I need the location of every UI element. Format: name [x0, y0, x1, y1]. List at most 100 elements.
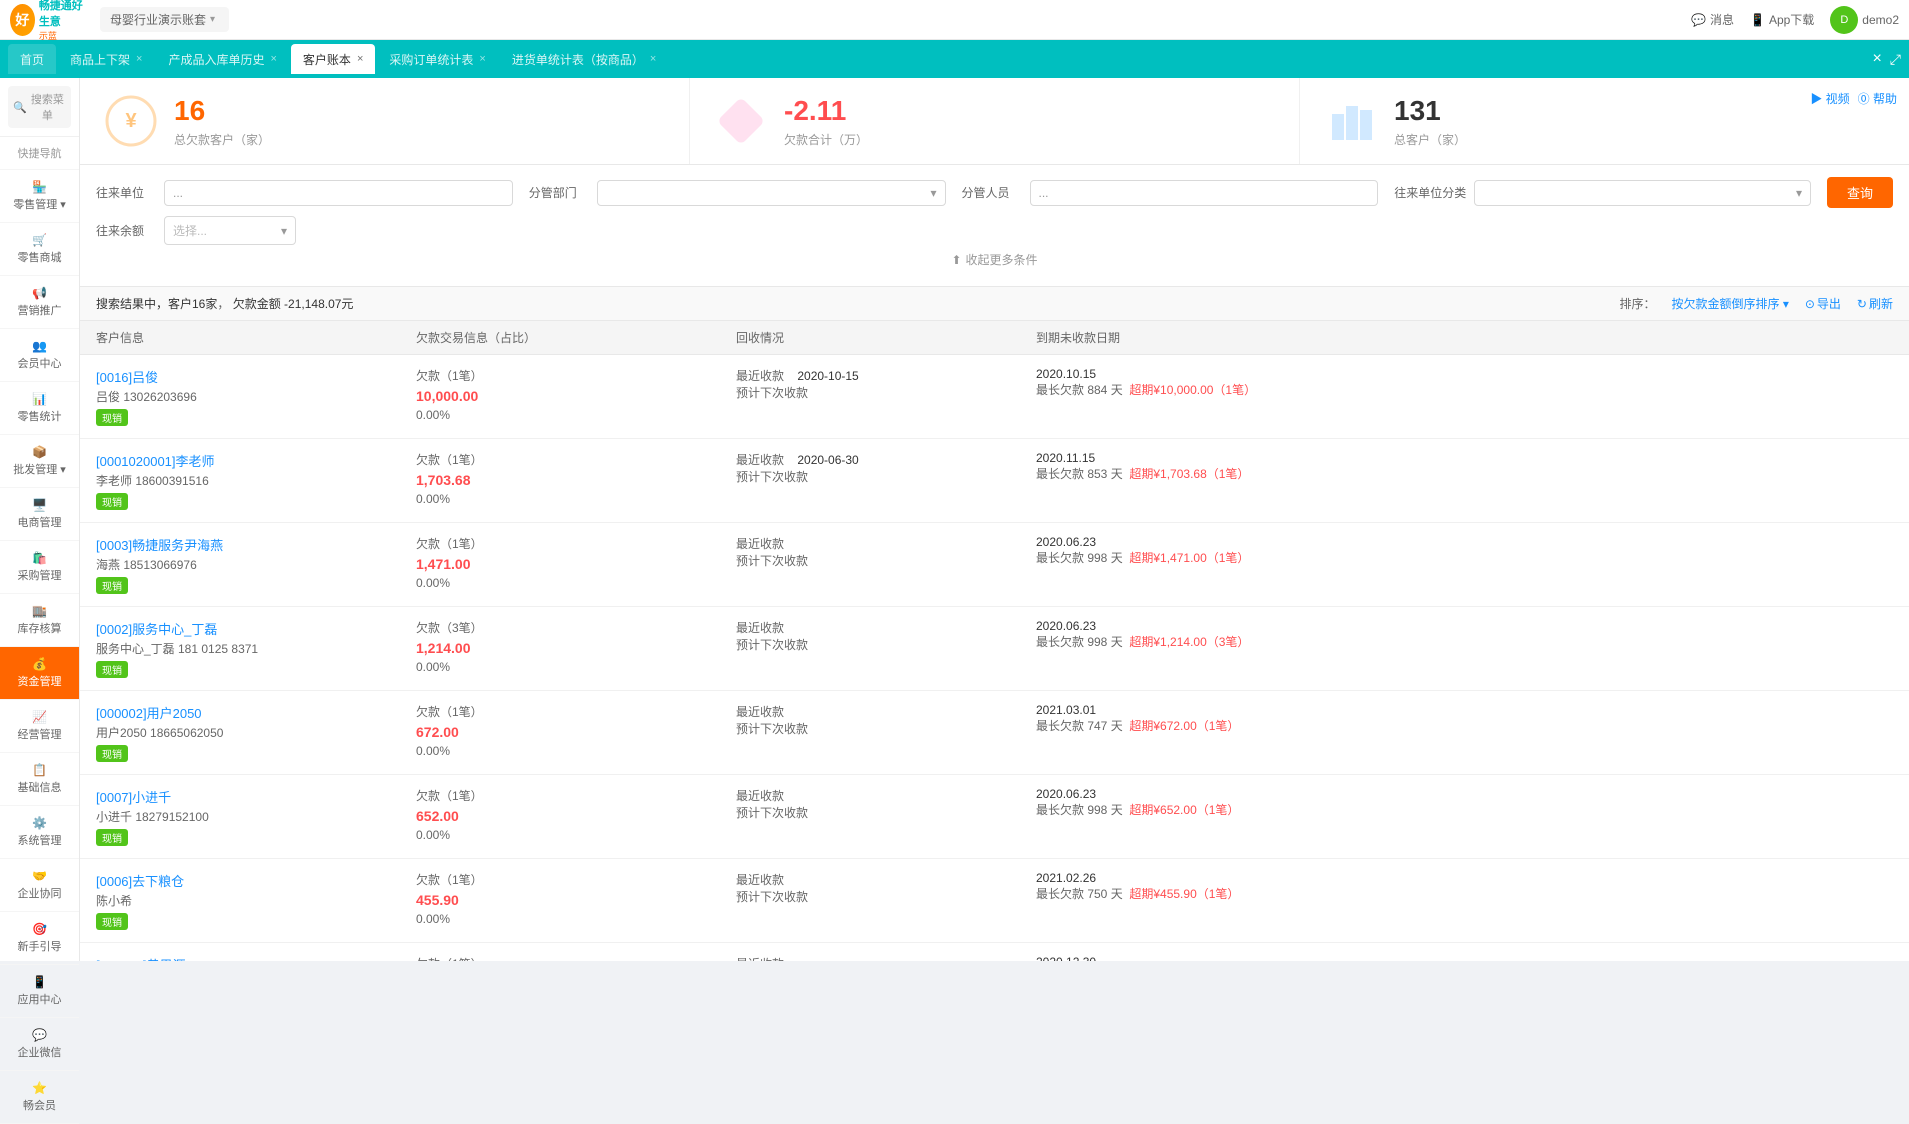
tab-customer-account[interactable]: 客户账本 × — [291, 44, 375, 74]
system-icon: ⚙️ — [32, 816, 47, 830]
sidebar-item-enterprise-wechat-label: 企业微信 — [18, 1044, 62, 1060]
overdue-amount-3[interactable]: 超期¥1,471.00（1笔） — [1129, 551, 1249, 565]
debt-percent-2: 0.00% — [416, 492, 736, 506]
content-area: ¥ 16 总欠款客户（家） -2.11 欠款合计（万） — [80, 78, 1909, 961]
sidebar-item-ecommerce[interactable]: 🖥️ 电商管理 — [0, 488, 79, 541]
collection-info-2: 最近收款 2020-06-30 预计下次收款 — [736, 451, 1036, 485]
logo-icon: 好 — [10, 4, 35, 36]
customer-name-2[interactable]: [0001020001]李老师 — [96, 454, 215, 469]
export-btn[interactable]: ⊙ 导出 — [1805, 295, 1841, 312]
nav-tab-actions: × ⤢ — [1872, 50, 1901, 68]
tab-product-online-close[interactable]: × — [136, 53, 142, 65]
quick-nav-label: 快捷导航 — [18, 148, 62, 160]
filter-vendor-input[interactable]: ... — [164, 180, 513, 206]
tab-home[interactable]: 首页 — [8, 44, 56, 74]
sidebar-item-newbie[interactable]: 🎯 新手引导 — [0, 912, 79, 965]
customer-phone-7: 陈小希 — [96, 892, 416, 909]
table-row: [000001]黄思源 黄思源 13552700226 现销 欠款（1笔） 42… — [80, 943, 1909, 961]
filter-dept-select[interactable]: ▾ — [597, 180, 946, 206]
tab-purchase-order-close[interactable]: × — [479, 53, 485, 65]
sidebar-item-purchase[interactable]: 🛍️ 采购管理 — [0, 541, 79, 594]
last-collection-2: 最近收款 2020-06-30 — [736, 451, 1036, 468]
tab-product-history[interactable]: 产成品入库单历史 × — [156, 44, 288, 74]
search-menu-btn[interactable]: 🔍 搜索菜单 — [8, 86, 71, 128]
sidebar-item-app-center[interactable]: 📱 应用中心 — [0, 965, 79, 1018]
store-selector[interactable]: 母婴行业演示账套 ▾ — [100, 7, 229, 32]
customer-name-5[interactable]: [000002]用户2050 — [96, 706, 202, 721]
overdue-amount-5[interactable]: 超期¥672.00（1笔） — [1129, 719, 1239, 733]
debt-amount-2: 1,703.68 — [416, 472, 736, 488]
user-profile[interactable]: D demo2 — [1830, 6, 1899, 34]
customer-name-1[interactable]: [0016]吕俊 — [96, 370, 158, 385]
store-dropdown-icon: ▾ — [210, 14, 215, 25]
message-btn[interactable]: 💬 消息 — [1691, 11, 1734, 28]
filter-manager-input[interactable]: ... — [1030, 180, 1379, 206]
results-actions: 排序： 按欠款金额倒序排序 ▾ ⊙ 导出 ↻ 刷新 — [1619, 295, 1893, 312]
tab-product-history-close[interactable]: × — [270, 53, 276, 65]
next-collection-7: 预计下次收款 — [736, 888, 1036, 905]
sidebar-item-system[interactable]: ⚙️ 系统管理 — [0, 806, 79, 859]
sort-select[interactable]: 按欠款金额倒序排序 ▾ — [1671, 295, 1788, 312]
table-row: [0002]服务中心_丁磊 服务中心_丁磊 181 0125 8371 现销 欠… — [80, 607, 1909, 691]
debt-percent-7: 0.00% — [416, 912, 736, 926]
expand-btn[interactable]: ⤢ — [1890, 51, 1901, 68]
sidebar-item-capital[interactable]: 💰 资金管理 — [0, 647, 79, 700]
filter-vendor-type-select[interactable]: ▾ — [1474, 180, 1811, 206]
customer-name-4[interactable]: [0002]服务中心_丁磊 — [96, 622, 217, 637]
tab-purchase-order[interactable]: 采购订单统计表 × — [377, 44, 497, 74]
collection-info-8: 最近收款 预计下次收款 — [736, 955, 1036, 961]
sidebar-item-retail-stats[interactable]: 📊 零售统计 — [0, 382, 79, 435]
video-btn[interactable]: ▶ 视频 — [1810, 90, 1849, 107]
close-all-tabs-btn[interactable]: × — [1872, 50, 1881, 68]
next-collection-3: 预计下次收款 — [736, 552, 1036, 569]
overdue-amount-2[interactable]: 超期¥1,703.68（1笔） — [1129, 467, 1249, 481]
tab-stock-stats[interactable]: 进货单统计表（按商品） × — [500, 44, 668, 74]
customer-name-6[interactable]: [0007]小进千 — [96, 790, 171, 805]
debt-amount-4: 1,214.00 — [416, 640, 736, 656]
search-icon: 🔍 — [13, 101, 27, 114]
sidebar-item-business[interactable]: 📈 经营管理 — [0, 700, 79, 753]
overdue-days-5: 最长欠款 747 天 超期¥672.00（1笔） — [1036, 717, 1893, 734]
overdue-days-1: 最长欠款 884 天 超期¥10,000.00（1笔） — [1036, 381, 1893, 398]
tab-product-online[interactable]: 商品上下架 × — [58, 44, 154, 74]
sidebar-item-batch-mgmt[interactable]: 📦 批发管理 ▾ — [0, 435, 79, 488]
sidebar-item-retail-stats-label: 零售统计 — [18, 408, 62, 424]
svg-text:¥: ¥ — [125, 110, 137, 132]
overdue-amount-4[interactable]: 超期¥1,214.00（3笔） — [1129, 635, 1249, 649]
sidebar-item-enterprise-wechat[interactable]: 💬 企业微信 — [0, 1018, 79, 1071]
debt-percent-1: 0.00% — [416, 408, 736, 422]
debt-count-5: 欠款（1笔） — [416, 703, 736, 720]
customer-name-7[interactable]: [0006]去下粮仓 — [96, 874, 184, 889]
search-button[interactable]: 查询 — [1827, 177, 1893, 208]
sidebar-item-enterprise-coop[interactable]: 🤝 企业协同 — [0, 859, 79, 912]
sidebar-item-inventory[interactable]: 🏬 库存核算 — [0, 594, 79, 647]
tab-stock-stats-close[interactable]: × — [650, 53, 656, 65]
overdue-amount-6[interactable]: 超期¥652.00（1笔） — [1129, 803, 1239, 817]
overdue-info-3: 2020.06.23 最长欠款 998 天 超期¥1,471.00（1笔） — [1036, 535, 1893, 566]
collapse-filter-btn[interactable]: ⬆ 收起更多条件 — [96, 245, 1893, 274]
sidebar-item-marketing[interactable]: 📢 营销推广 — [0, 276, 79, 329]
sidebar-item-vip[interactable]: ⭐ 畅会员 — [0, 1071, 79, 1124]
tab-stock-stats-label: 进货单统计表（按商品） — [512, 51, 644, 68]
sidebar-item-basic-info[interactable]: 📋 基础信息 — [0, 753, 79, 806]
col-header-due: 到期未收款日期 — [1036, 329, 1893, 346]
sidebar-item-vip-label: 畅会员 — [23, 1097, 56, 1113]
debt-count-1: 欠款（1笔） — [416, 367, 736, 384]
member-icon: 👥 — [32, 339, 47, 353]
customer-tag-2: 现销 — [96, 493, 128, 510]
app-download-btn[interactable]: 📱 App下载 — [1750, 11, 1814, 28]
sidebar-item-member[interactable]: 👥 会员中心 — [0, 329, 79, 382]
sidebar-item-retail-mall[interactable]: 🛒 零售商城 — [0, 223, 79, 276]
customer-name-3[interactable]: [0003]畅捷服务尹海燕 — [96, 538, 223, 553]
debt-percent-5: 0.00% — [416, 744, 736, 758]
tab-customer-account-close[interactable]: × — [357, 53, 363, 65]
stats-row: ¥ 16 总欠款客户（家） -2.11 欠款合计（万） — [80, 78, 1909, 165]
overdue-amount-1[interactable]: 超期¥10,000.00（1笔） — [1129, 383, 1256, 397]
table-row: [000002]用户2050 用户2050 18665062050 现销 欠款（… — [80, 691, 1909, 775]
refresh-btn[interactable]: ↻ 刷新 — [1857, 295, 1893, 312]
sidebar-item-retail-mgmt[interactable]: 🏪 零售管理 ▾ — [0, 170, 79, 223]
help-btn[interactable]: ⓪ 帮助 — [1858, 90, 1897, 107]
filter-balance-select[interactable]: 选择... ▾ — [164, 216, 296, 245]
overdue-amount-7[interactable]: 超期¥455.90（1笔） — [1129, 887, 1239, 901]
table-row: [0001020001]李老师 李老师 18600391516 现销 欠款（1笔… — [80, 439, 1909, 523]
